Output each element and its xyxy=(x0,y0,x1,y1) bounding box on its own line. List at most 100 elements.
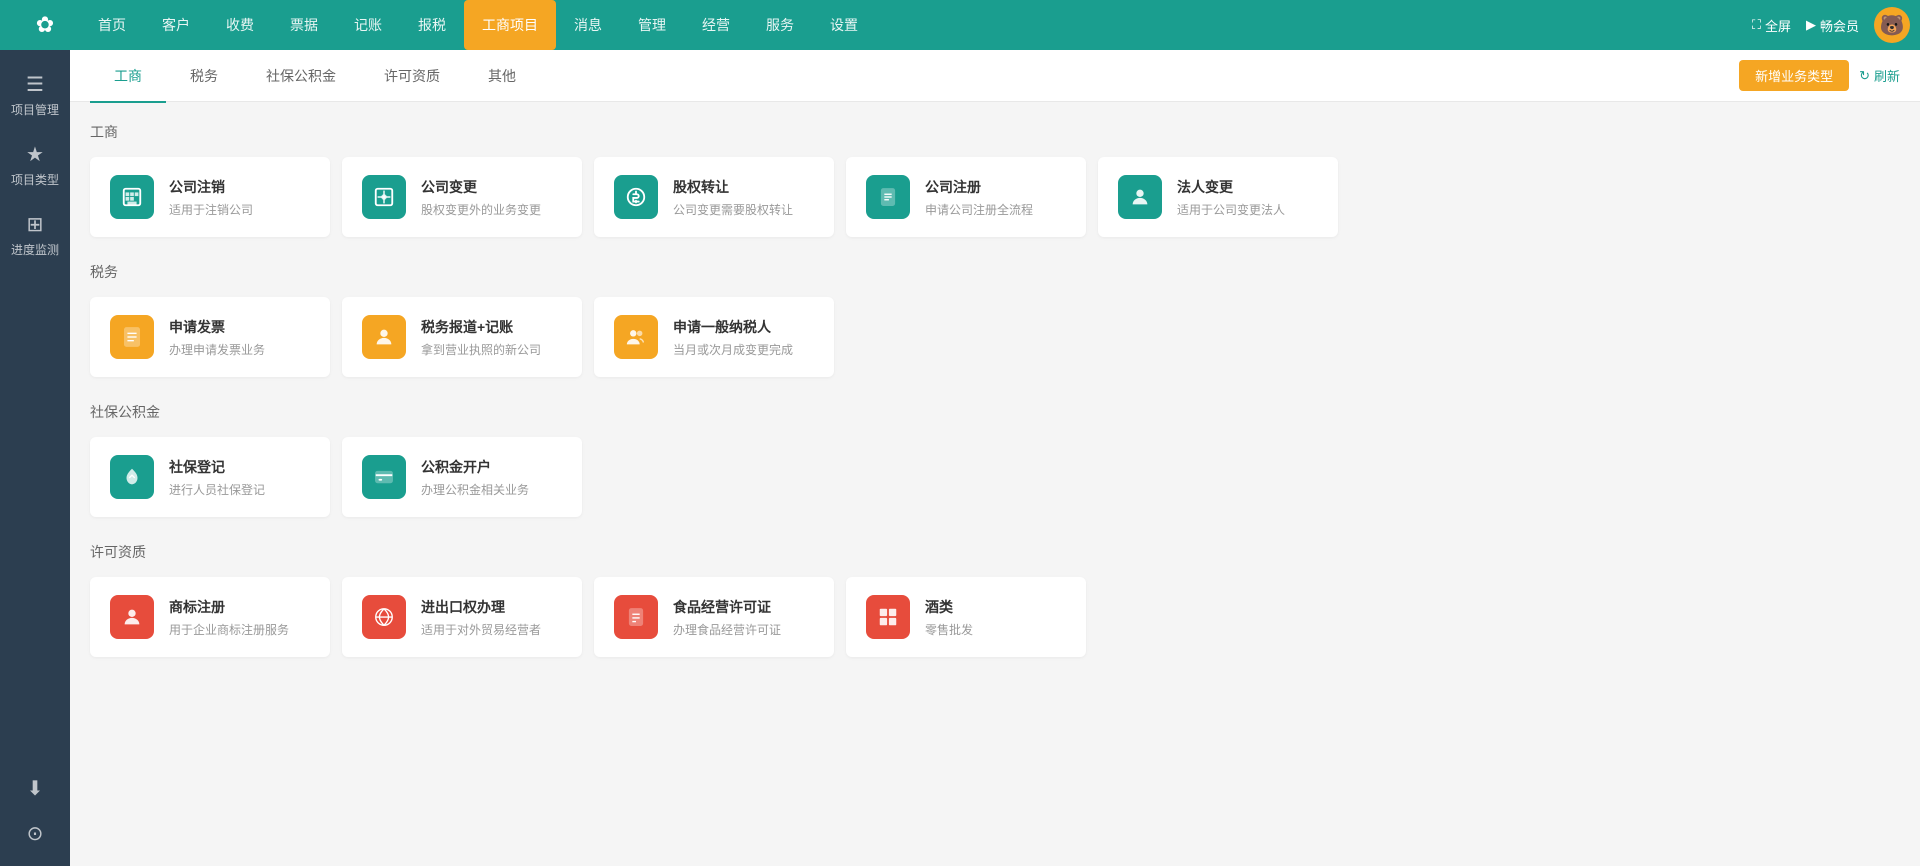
section-title: 工商 xyxy=(90,122,1900,142)
sidebar-icon: ☰ xyxy=(26,72,44,97)
vip-label: 畅会员 xyxy=(1820,16,1859,35)
card-title: 社保登记 xyxy=(169,457,310,477)
section-title: 社保公积金 xyxy=(90,402,1900,422)
logo-area: ✿ xyxy=(10,12,80,38)
sidebar-bottom-item[interactable]: ⬇ xyxy=(22,766,49,811)
main-layout: ☰项目管理★项目类型⊞进度监测⬇⊙ 工商税务社保公积金许可资质其他 新增业务类型… xyxy=(0,50,1920,866)
card-icon xyxy=(362,175,406,219)
sidebar-bottom-item[interactable]: ⊙ xyxy=(22,811,49,856)
nav-item-票据[interactable]: 票据 xyxy=(272,0,336,50)
card-desc: 适用于注销公司 xyxy=(169,201,310,218)
sidebar: ☰项目管理 ★ 项目类型 ⊞进度监测 ⬇⊙ xyxy=(0,50,70,866)
section-社保公积金: 社保公积金社保登记进行人员社保登记 公积金开户办理公积金相关业务 xyxy=(90,402,1900,517)
card-公司注销[interactable]: 公司注销适用于注销公司 xyxy=(90,157,330,237)
section-许可资质: 许可资质商标注册用于企业商标注册服务 进出口权办理适用于对外贸易经营者食品经营许可… xyxy=(90,542,1900,657)
card-食品经营许可证[interactable]: 食品经营许可证办理食品经营许可证 xyxy=(594,577,834,657)
card-申请发票[interactable]: 申请发票办理申请发票业务 xyxy=(90,297,330,377)
card-进出口权办理[interactable]: 进出口权办理适用于对外贸易经营者 xyxy=(342,577,582,657)
nav-item-工商项目[interactable]: 工商项目 xyxy=(464,0,556,50)
cards-grid: 申请发票办理申请发票业务 税务报道+记账拿到营业执照的新公司 申请一般纳税人当月或次… xyxy=(90,297,1900,377)
nav-item-设置[interactable]: 设置 xyxy=(812,0,876,50)
top-navigation: ✿ 首页客户收费票据记账报税工商项目消息管理经营服务设置 ⛶ 全屏 ▶ 畅会员 … xyxy=(0,0,1920,50)
card-税务报道+记账[interactable]: 税务报道+记账拿到营业执照的新公司 xyxy=(342,297,582,377)
card-股权转让[interactable]: 股权转让公司变更需要股权转让 xyxy=(594,157,834,237)
card-info: 申请一般纳税人当月或次月成变更完成 xyxy=(673,317,814,358)
sidebar-label: 项目类型 xyxy=(11,171,59,188)
nav-item-记账[interactable]: 记账 xyxy=(336,0,400,50)
card-info: 申请发票办理申请发票业务 xyxy=(169,317,310,358)
nav-item-首页[interactable]: 首页 xyxy=(80,0,144,50)
card-desc: 拿到营业执照的新公司 xyxy=(421,341,562,358)
card-info: 公积金开户办理公积金相关业务 xyxy=(421,457,562,498)
card-社保登记[interactable]: 社保登记进行人员社保登记 xyxy=(90,437,330,517)
nav-item-报税[interactable]: 报税 xyxy=(400,0,464,50)
nav-item-经营[interactable]: 经营 xyxy=(684,0,748,50)
sidebar-item-进度监测[interactable]: ⊞进度监测 xyxy=(0,200,70,270)
card-title: 公司变更 xyxy=(421,177,562,197)
tab-社保公积金[interactable]: 社保公积金 xyxy=(242,51,360,103)
card-酒类[interactable]: 酒类零售批发 xyxy=(846,577,1086,657)
tabs-list: 工商税务社保公积金许可资质其他 xyxy=(90,50,540,102)
section-title: 许可资质 xyxy=(90,542,1900,562)
tabs-actions: 新增业务类型 ↻ 刷新 xyxy=(1739,60,1900,91)
tab-其他[interactable]: 其他 xyxy=(464,51,540,103)
sidebar-icon: ★ xyxy=(26,142,44,167)
tab-许可资质[interactable]: 许可资质 xyxy=(360,51,464,103)
card-申请一般纳税人[interactable]: 申请一般纳税人当月或次月成变更完成 xyxy=(594,297,834,377)
nav-item-管理[interactable]: 管理 xyxy=(620,0,684,50)
sidebar-icon: ⊞ xyxy=(27,212,44,237)
refresh-icon: ↻ xyxy=(1859,68,1870,84)
card-info: 公司注销适用于注销公司 xyxy=(169,177,310,218)
card-icon xyxy=(614,175,658,219)
sidebar-item-项目管理[interactable]: ☰项目管理 xyxy=(0,60,70,130)
card-info: 进出口权办理适用于对外贸易经营者 xyxy=(421,597,562,638)
card-info: 税务报道+记账拿到营业执照的新公司 xyxy=(421,317,562,358)
card-title: 公积金开户 xyxy=(421,457,562,477)
nav-item-消息[interactable]: 消息 xyxy=(556,0,620,50)
card-icon xyxy=(866,595,910,639)
card-法人变更[interactable]: 法人变更适用于公司变更法人 xyxy=(1098,157,1338,237)
card-公司变更[interactable]: 公司变更股权变更外的业务变更 xyxy=(342,157,582,237)
main-content[interactable]: 工商公司注销适用于注销公司公司变更股权变更外的业务变更股权转让公司变更需要股权转… xyxy=(70,102,1920,866)
card-icon xyxy=(110,175,154,219)
card-icon xyxy=(866,175,910,219)
card-icon xyxy=(362,455,406,499)
card-desc: 用于企业商标注册服务 xyxy=(169,621,310,638)
sidebar-item-项目类型[interactable]: ★ 项目类型 xyxy=(0,130,70,200)
card-info: 酒类零售批发 xyxy=(925,597,1066,638)
card-desc: 办理食品经营许可证 xyxy=(673,621,814,638)
sidebar-bottom: ⬇⊙ xyxy=(22,766,49,866)
card-icon xyxy=(110,595,154,639)
card-title: 公司注册 xyxy=(925,177,1066,197)
card-公积金开户[interactable]: 公积金开户办理公积金相关业务 xyxy=(342,437,582,517)
vip-button[interactable]: ▶ 畅会员 xyxy=(1806,16,1859,35)
card-公司注册[interactable]: 公司注册申请公司注册全流程 xyxy=(846,157,1086,237)
card-icon xyxy=(614,315,658,359)
cards-grid: 社保登记进行人员社保登记 公积金开户办理公积金相关业务 xyxy=(90,437,1900,517)
card-info: 商标注册用于企业商标注册服务 xyxy=(169,597,310,638)
card-icon xyxy=(110,455,154,499)
nav-item-服务[interactable]: 服务 xyxy=(748,0,812,50)
nav-item-客户[interactable]: 客户 xyxy=(144,0,208,50)
card-title: 申请发票 xyxy=(169,317,310,337)
card-title: 商标注册 xyxy=(169,597,310,617)
add-type-button[interactable]: 新增业务类型 xyxy=(1739,60,1849,91)
card-desc: 零售批发 xyxy=(925,621,1066,638)
cards-grid: 商标注册用于企业商标注册服务 进出口权办理适用于对外贸易经营者食品经营许可证办理食… xyxy=(90,577,1900,657)
nav-item-收费[interactable]: 收费 xyxy=(208,0,272,50)
card-info: 公司注册申请公司注册全流程 xyxy=(925,177,1066,218)
nav-right: ⛶ 全屏 ▶ 畅会员 🐻 xyxy=(1752,7,1910,43)
card-desc: 股权变更外的业务变更 xyxy=(421,201,562,218)
card-desc: 当月或次月成变更完成 xyxy=(673,341,814,358)
user-avatar[interactable]: 🐻 xyxy=(1874,7,1910,43)
card-商标注册[interactable]: 商标注册用于企业商标注册服务 xyxy=(90,577,330,657)
card-desc: 公司变更需要股权转让 xyxy=(673,201,814,218)
tab-工商[interactable]: 工商 xyxy=(90,51,166,103)
tab-税务[interactable]: 税务 xyxy=(166,51,242,103)
fullscreen-button[interactable]: ⛶ 全屏 xyxy=(1752,16,1791,35)
refresh-button[interactable]: ↻ 刷新 xyxy=(1859,66,1900,85)
card-icon xyxy=(614,595,658,639)
card-info: 公司变更股权变更外的业务变更 xyxy=(421,177,562,218)
card-title: 进出口权办理 xyxy=(421,597,562,617)
fullscreen-icon: ⛶ xyxy=(1752,17,1761,33)
